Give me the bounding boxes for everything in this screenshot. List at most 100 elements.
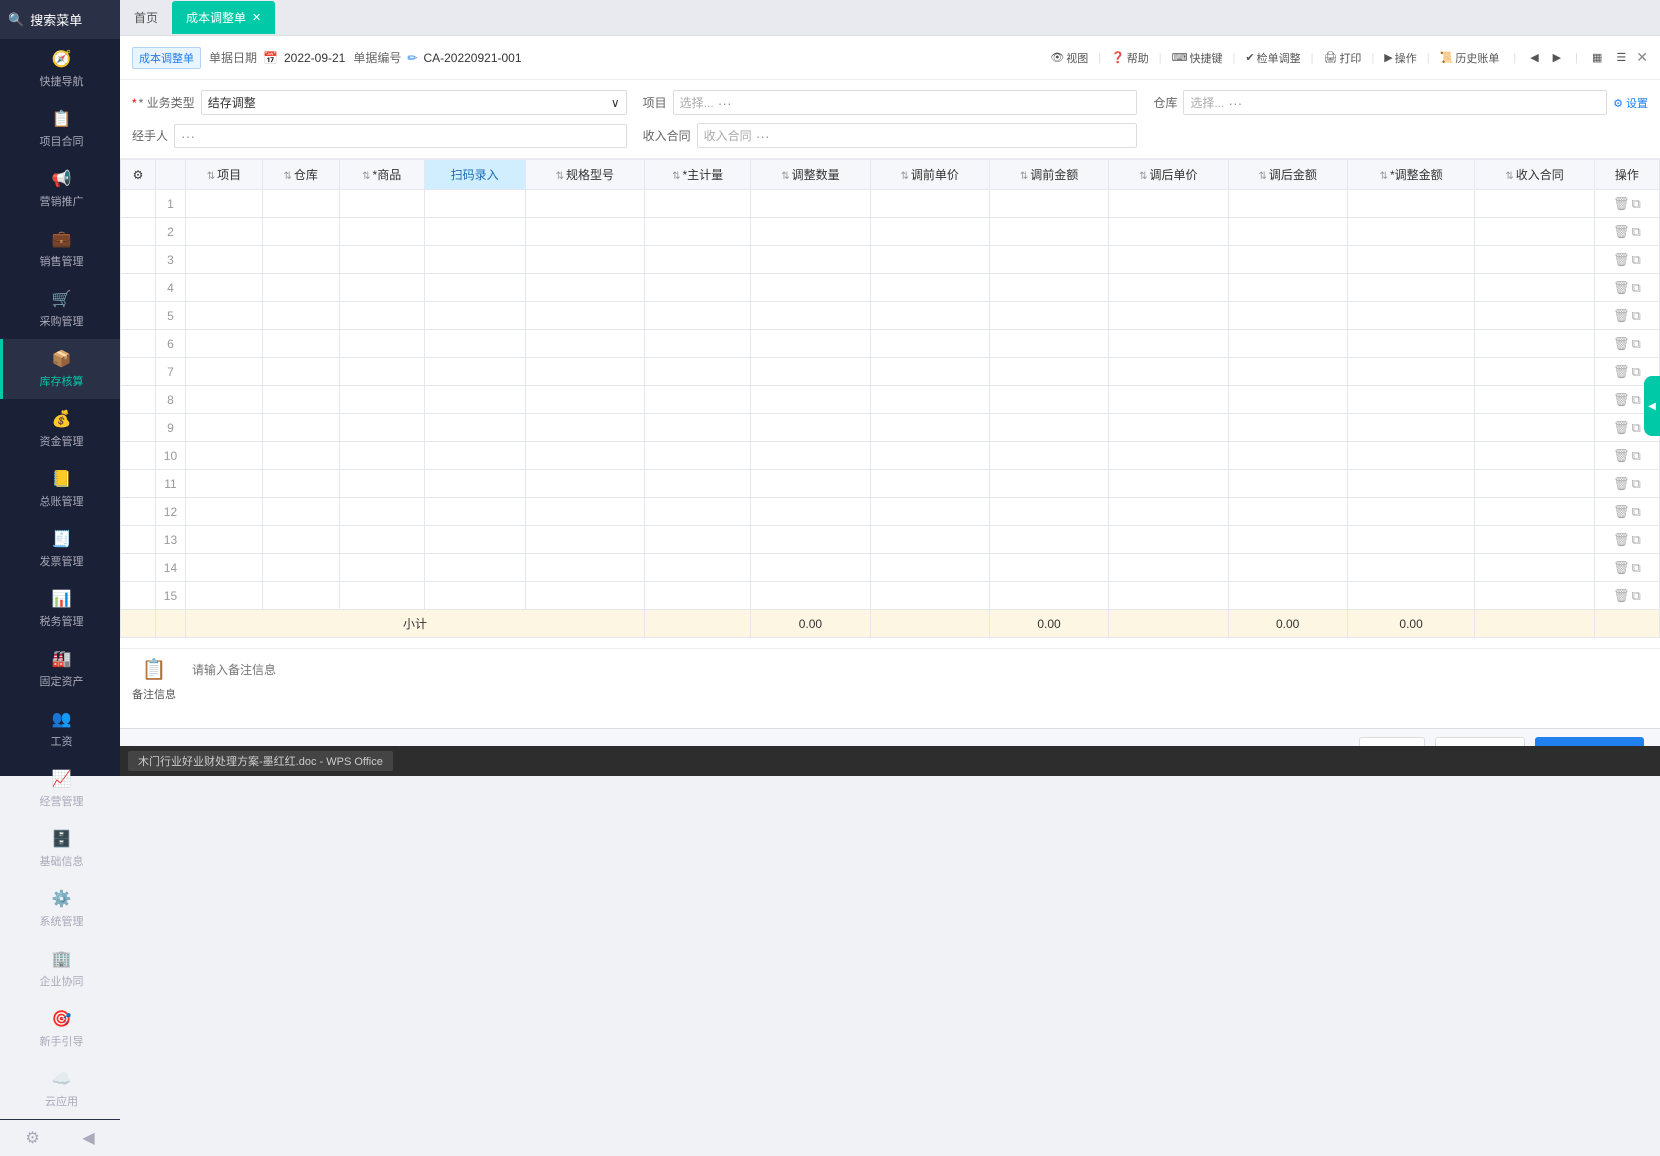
copy-row-icon[interactable]: ⧉ [1631, 448, 1640, 464]
row-prev-unit-price[interactable] [870, 218, 989, 246]
row-project[interactable] [185, 358, 262, 386]
row-project[interactable] [185, 190, 262, 218]
delete-row-icon[interactable]: 🗑 [1613, 420, 1630, 436]
row-spec[interactable] [525, 414, 644, 442]
row-adjust-amount[interactable] [1347, 302, 1475, 330]
row-warehouse[interactable] [262, 246, 339, 274]
row-prev-amount[interactable] [989, 526, 1108, 554]
row-goods[interactable] [339, 470, 424, 498]
row-adjust-qty[interactable] [751, 302, 870, 330]
row-prev-amount[interactable] [989, 442, 1108, 470]
row-after-unit-price[interactable] [1109, 442, 1228, 470]
copy-row-icon[interactable]: ⧉ [1631, 224, 1640, 240]
row-scan[interactable] [424, 442, 525, 470]
business-type-select[interactable]: 结存调整 ∨ [201, 90, 627, 115]
row-spec[interactable] [525, 218, 644, 246]
row-prev-amount[interactable] [989, 414, 1108, 442]
delete-row-icon[interactable]: 🗑 [1613, 364, 1630, 380]
row-unit[interactable] [644, 442, 750, 470]
row-scan[interactable] [424, 414, 525, 442]
row-project[interactable] [185, 386, 262, 414]
delete-row-icon[interactable]: 🗑 [1613, 308, 1630, 324]
row-unit[interactable] [644, 190, 750, 218]
row-warehouse[interactable] [262, 302, 339, 330]
row-income-contract[interactable] [1475, 358, 1594, 386]
row-prev-unit-price[interactable] [870, 442, 989, 470]
sidebar-item-invoice[interactable]: 🧾 发票管理 [0, 519, 120, 579]
list-icon[interactable]: ☰ [1612, 49, 1630, 66]
row-unit[interactable] [644, 470, 750, 498]
row-income-contract[interactable] [1475, 442, 1594, 470]
print-action[interactable]: 🖨 打印 [1319, 48, 1365, 68]
row-spec[interactable] [525, 302, 644, 330]
row-adjust-qty[interactable] [751, 330, 870, 358]
row-prev-amount[interactable] [989, 554, 1108, 582]
delete-row-icon[interactable]: 🗑 [1613, 504, 1630, 520]
row-after-amount[interactable] [1228, 526, 1347, 554]
settings-icon[interactable]: ⚙ [25, 1128, 39, 1148]
row-prev-amount[interactable] [989, 358, 1108, 386]
row-adjust-amount[interactable] [1347, 554, 1475, 582]
delete-row-icon[interactable]: 🗑 [1613, 280, 1630, 296]
row-after-amount[interactable] [1228, 554, 1347, 582]
row-after-unit-price[interactable] [1109, 414, 1228, 442]
row-adjust-amount[interactable] [1347, 330, 1475, 358]
sidebar-item-capital[interactable]: 💰 资金管理 [0, 399, 120, 459]
row-after-unit-price[interactable] [1109, 470, 1228, 498]
row-after-unit-price[interactable] [1109, 302, 1228, 330]
row-scan[interactable] [424, 386, 525, 414]
row-adjust-amount[interactable] [1347, 218, 1475, 246]
sidebar-item-system[interactable]: ⚙️ 系统管理 [0, 879, 120, 939]
delete-row-icon[interactable]: 🗑 [1613, 392, 1630, 408]
row-adjust-qty[interactable] [751, 582, 870, 610]
row-spec[interactable] [525, 470, 644, 498]
row-adjust-amount[interactable] [1347, 470, 1475, 498]
copy-row-icon[interactable]: ⧉ [1631, 364, 1640, 380]
row-prev-unit-price[interactable] [870, 414, 989, 442]
row-warehouse[interactable] [262, 330, 339, 358]
row-income-contract[interactable] [1475, 190, 1594, 218]
row-spec[interactable] [525, 442, 644, 470]
row-adjust-qty[interactable] [751, 442, 870, 470]
handler-input[interactable]: ··· [174, 124, 627, 148]
row-after-amount[interactable] [1228, 274, 1347, 302]
row-prev-unit-price[interactable] [870, 554, 989, 582]
row-adjust-qty[interactable] [751, 274, 870, 302]
row-adjust-amount[interactable] [1347, 498, 1475, 526]
row-adjust-amount[interactable] [1347, 358, 1475, 386]
row-spec[interactable] [525, 190, 644, 218]
row-goods[interactable] [339, 526, 424, 554]
row-adjust-qty[interactable] [751, 526, 870, 554]
row-unit[interactable] [644, 218, 750, 246]
row-after-amount[interactable] [1228, 470, 1347, 498]
row-adjust-amount[interactable] [1347, 526, 1475, 554]
row-income-contract[interactable] [1475, 302, 1594, 330]
copy-row-icon[interactable]: ⧉ [1631, 588, 1640, 604]
sidebar-item-fixed-assets[interactable]: 🏭 固定资产 [0, 639, 120, 699]
close-panel-button[interactable]: ✕ [1636, 49, 1648, 66]
row-warehouse[interactable] [262, 554, 339, 582]
nav-next[interactable]: ▶ [1549, 49, 1565, 66]
row-warehouse[interactable] [262, 470, 339, 498]
warehouse-input[interactable]: 选择... ··· [1183, 90, 1607, 115]
row-unit[interactable] [644, 526, 750, 554]
row-prev-amount[interactable] [989, 302, 1108, 330]
row-after-amount[interactable] [1228, 442, 1347, 470]
delete-row-icon[interactable]: 🗑 [1613, 196, 1630, 212]
row-spec[interactable] [525, 274, 644, 302]
delete-row-icon[interactable]: 🗑 [1613, 252, 1630, 268]
sidebar-item-ledger[interactable]: 📒 总账管理 [0, 459, 120, 519]
taskbar-wps-item[interactable]: 木门行业好业财处理方案-墨红红.doc - WPS Office [128, 751, 393, 771]
history-action[interactable]: 📜 历史账单 [1436, 48, 1504, 68]
row-adjust-amount[interactable] [1347, 274, 1475, 302]
row-project[interactable] [185, 302, 262, 330]
row-prev-amount[interactable] [989, 190, 1108, 218]
row-scan[interactable] [424, 274, 525, 302]
row-income-contract[interactable] [1475, 246, 1594, 274]
row-adjust-amount[interactable] [1347, 442, 1475, 470]
delete-row-icon[interactable]: 🗑 [1613, 336, 1630, 352]
row-project[interactable] [185, 246, 262, 274]
row-warehouse[interactable] [262, 190, 339, 218]
row-project[interactable] [185, 414, 262, 442]
row-income-contract[interactable] [1475, 330, 1594, 358]
